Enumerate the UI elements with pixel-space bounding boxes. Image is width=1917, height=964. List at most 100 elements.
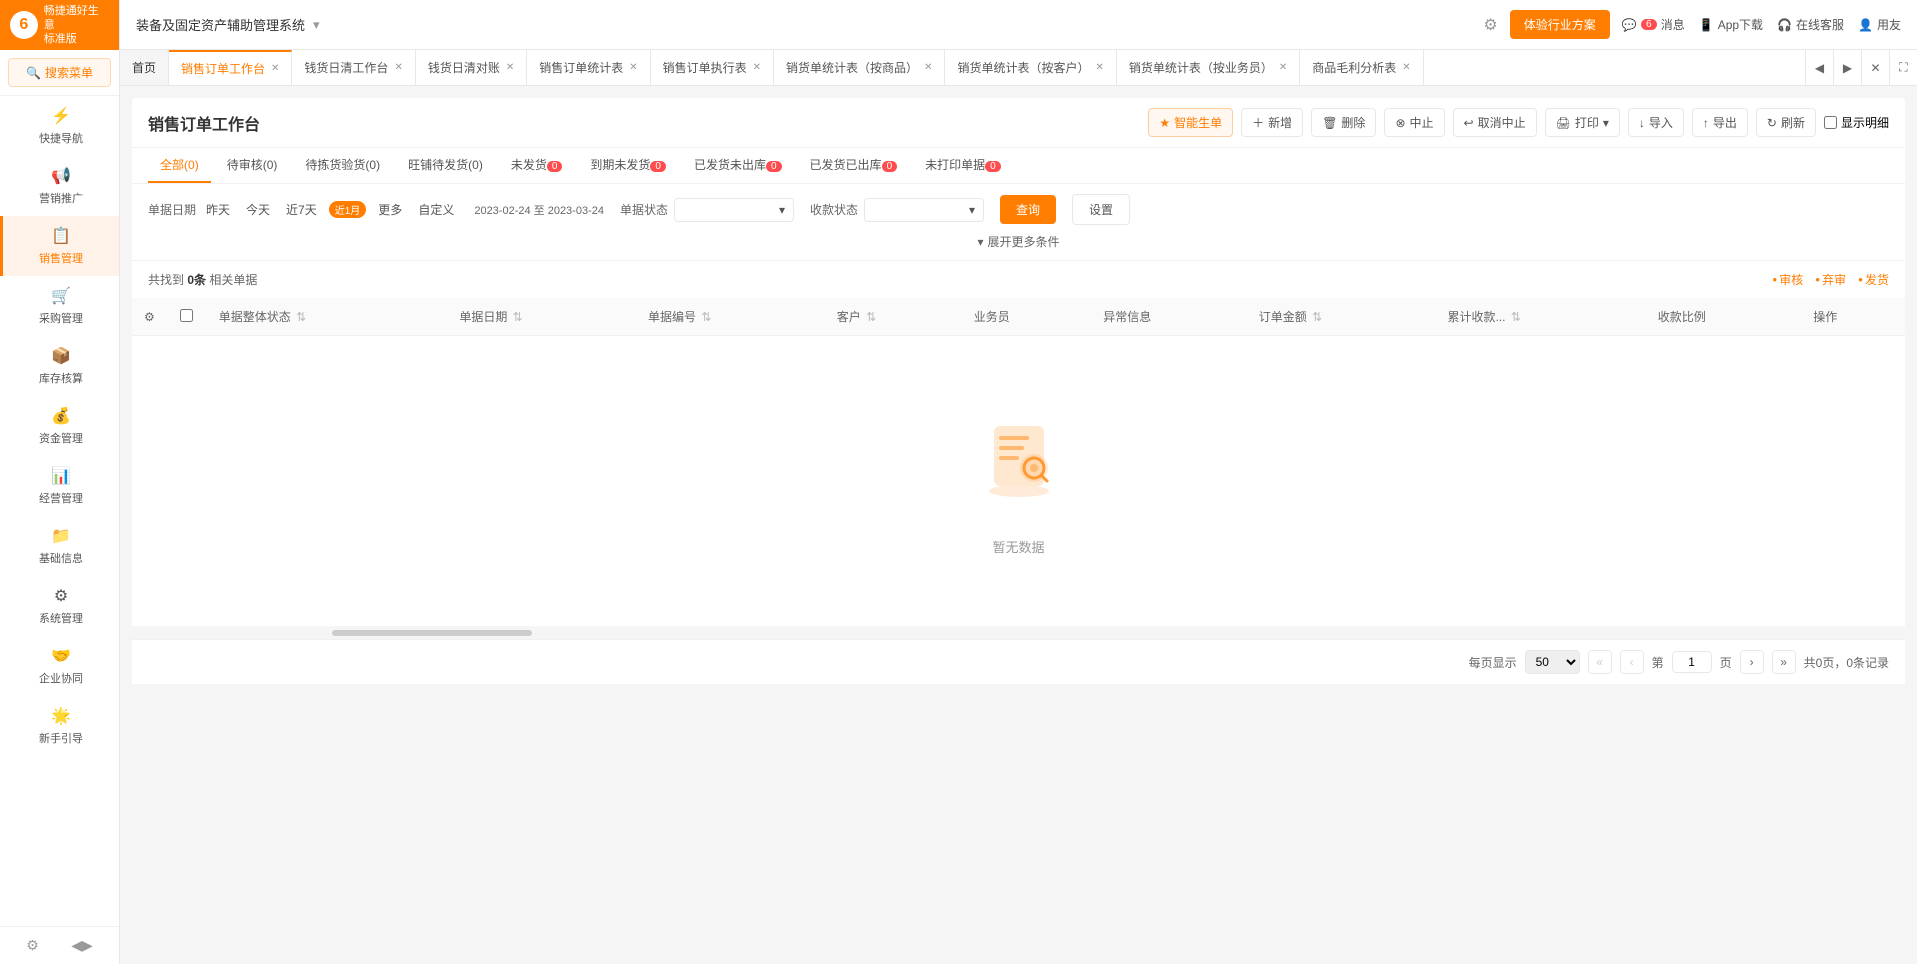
th-date-sort[interactable]: ⇅	[513, 310, 523, 324]
tab-cash-reconcile[interactable]: 钱货日清对账 ✕	[416, 50, 527, 86]
industry-solution-button[interactable]: 体验行业方案	[1510, 10, 1610, 39]
smart-create-button[interactable]: ★ 智能生单	[1148, 108, 1233, 137]
show-detail-checkbox[interactable]	[1824, 116, 1837, 129]
collapse-footer-btn[interactable]: ◀▶	[71, 937, 93, 954]
th-collected-sort[interactable]: ⇅	[1511, 310, 1521, 324]
tab-close-sales-exec[interactable]: ✕	[753, 62, 761, 73]
sub-tab-pending-inspect[interactable]: 待拣货验货(0)	[293, 148, 392, 183]
tab-close-cash-daily[interactable]: ✕	[394, 62, 402, 73]
tab-close-sales-sum-product[interactable]: ✕	[924, 62, 932, 73]
user-btn[interactable]: 👤 用友	[1858, 16, 1901, 33]
filter-payment-select[interactable]: ▾	[864, 198, 984, 222]
sub-tab-not-printed[interactable]: 未打印单据0	[913, 148, 1013, 183]
mobile-icon: 📱	[1699, 18, 1714, 32]
delete-button[interactable]: 🗑 删除	[1311, 108, 1376, 137]
sub-tab-wangpu-ship[interactable]: 旺铺待发货(0)	[396, 148, 495, 183]
tab-home[interactable]: 首页	[120, 50, 169, 86]
topbar: 装备及固定资产辅助管理系统 ▾ ⚙ 体验行业方案 💬 6 消息 📱 App下载 …	[120, 0, 1917, 50]
date-opt-more[interactable]: 更多	[374, 199, 406, 220]
tab-sales-exec[interactable]: 销售订单执行表 ✕	[651, 50, 774, 86]
date-opt-custom[interactable]: 自定义	[414, 199, 458, 220]
settings-footer-btn[interactable]: ⚙	[26, 937, 39, 954]
stop-button[interactable]: ⊗ 中止	[1384, 108, 1444, 137]
page-prev-btn[interactable]: ‹	[1620, 650, 1644, 674]
sidebar-item-inventory[interactable]: 📦 库存核算	[0, 336, 119, 396]
tab-close-all-btn[interactable]: ✕	[1861, 50, 1889, 86]
page-number-input[interactable]	[1672, 651, 1712, 673]
th-status-sort[interactable]: ⇅	[296, 310, 306, 324]
sidebar-item-operations[interactable]: 📊 经营管理	[0, 456, 119, 516]
sub-tab-overdue-not-shipped[interactable]: 到期未发货0	[578, 148, 678, 183]
export-button[interactable]: ↑ 导出	[1692, 108, 1748, 137]
horizontal-scrollbar[interactable]	[132, 627, 1905, 639]
tab-cash-daily[interactable]: 钱货日清工作台 ✕	[292, 50, 415, 86]
sidebar-item-enterprise[interactable]: 🤝 企业协同	[0, 636, 119, 696]
date-opt-7days[interactable]: 近7天	[282, 199, 321, 220]
tab-fullscreen-btn[interactable]: ⛶	[1889, 50, 1917, 86]
sub-tab-shipped-not-out[interactable]: 已发货未出库0	[682, 148, 794, 183]
filter-status-select[interactable]: ▾	[674, 198, 794, 222]
cancel-stop-button[interactable]: ↩ 取消中止	[1453, 108, 1537, 137]
query-button[interactable]: 查询	[1000, 195, 1056, 224]
sidebar-item-marketing[interactable]: 📢 营销推广	[0, 156, 119, 216]
select-all-checkbox[interactable]	[180, 309, 193, 322]
sub-tab-pending-review[interactable]: 待审核(0)	[215, 148, 290, 183]
filter-set-button[interactable]: 设置	[1072, 194, 1130, 225]
tab-close-sales-sum-customer[interactable]: ✕	[1095, 62, 1103, 73]
refresh-button[interactable]: ↻ 刷新	[1756, 108, 1816, 137]
online-service-btn[interactable]: 🎧 在线客服	[1777, 16, 1844, 33]
audit-op-btn[interactable]: 审核	[1772, 271, 1803, 288]
tab-sales-order[interactable]: 销售订单工作台 ✕	[169, 50, 292, 86]
date-opt-month[interactable]: 近1月	[329, 201, 367, 218]
page-next-btn[interactable]: ›	[1740, 650, 1764, 674]
sub-tab-all[interactable]: 全部(0)	[148, 148, 211, 183]
page-last-btn[interactable]: »	[1772, 650, 1796, 674]
sub-tab-shipped-out[interactable]: 已发货已出库0	[798, 148, 910, 183]
import-button[interactable]: ↓ 导入	[1628, 108, 1684, 137]
ship-op-btn[interactable]: 发货	[1858, 271, 1889, 288]
tab-sales-sum-staff[interactable]: 销货单统计表（按业务员） ✕	[1117, 50, 1300, 86]
date-opt-today[interactable]: 今天	[242, 199, 274, 220]
sidebar-item-basic-info[interactable]: 📁 基础信息	[0, 516, 119, 576]
sidebar-item-system[interactable]: ⚙ 系统管理	[0, 576, 119, 636]
tab-close-sales-order[interactable]: ✕	[271, 63, 279, 74]
topbar-dropdown-icon[interactable]: ▾	[313, 17, 320, 33]
per-page-select[interactable]: 50 100 200	[1525, 650, 1580, 674]
th-number-sort[interactable]: ⇅	[701, 310, 711, 324]
tab-product-margin[interactable]: 商品毛利分析表 ✕	[1300, 50, 1423, 86]
th-amount: 订单金额 ⇅	[1247, 298, 1436, 336]
page-first-btn[interactable]: «	[1588, 650, 1612, 674]
tab-close-sales-sum-staff[interactable]: ✕	[1279, 62, 1287, 73]
tab-sales-sum-product[interactable]: 销货单统计表（按商品） ✕	[774, 50, 945, 86]
tab-sales-stats[interactable]: 销售订单统计表 ✕	[527, 50, 650, 86]
sidebar-item-finance[interactable]: 💰 资金管理	[0, 396, 119, 456]
print-button[interactable]: 🖨 打印 ▾	[1545, 108, 1620, 137]
main-area: 装备及固定资产辅助管理系统 ▾ ⚙ 体验行业方案 💬 6 消息 📱 App下载 …	[120, 0, 1917, 964]
add-button[interactable]: ＋ 新增	[1241, 108, 1303, 137]
scrollbar-thumb[interactable]	[332, 630, 532, 636]
sidebar-item-quick-nav[interactable]: ⚡ 快捷导航	[0, 96, 119, 156]
tab-sales-sum-customer[interactable]: 销货单统计表（按客户） ✕	[945, 50, 1116, 86]
tab-close-cash-reconcile[interactable]: ✕	[506, 62, 514, 73]
date-opt-yesterday[interactable]: 昨天	[202, 199, 234, 220]
tab-scroll-right-btn[interactable]: ▶	[1833, 50, 1861, 86]
th-amount-sort[interactable]: ⇅	[1312, 310, 1322, 324]
sidebar-item-sales[interactable]: 📋 销售管理	[0, 216, 119, 276]
search-menu-button[interactable]: 🔍 搜索菜单	[8, 58, 111, 87]
expand-conditions-btn[interactable]: ▾ 展开更多条件	[977, 233, 1059, 250]
tab-close-sales-stats[interactable]: ✕	[629, 62, 637, 73]
app-download-btn[interactable]: 📱 App下载	[1699, 16, 1763, 33]
expand-row: ▾ 展开更多条件	[148, 233, 1889, 250]
tab-close-product-margin[interactable]: ✕	[1402, 62, 1410, 73]
message-btn[interactable]: 💬 6 消息	[1622, 16, 1685, 33]
th-customer-sort[interactable]: ⇅	[866, 310, 876, 324]
export-icon: ↑	[1703, 116, 1709, 130]
sidebar-item-purchase[interactable]: 🛒 采购管理	[0, 276, 119, 336]
settings-icon-btn[interactable]: ⚙	[1483, 15, 1497, 35]
show-detail-checkbox-label[interactable]: 显示明细	[1824, 114, 1889, 131]
sidebar-item-new-guide[interactable]: 🌟 新手引导	[0, 696, 119, 756]
tab-scroll-left-btn[interactable]: ◀	[1805, 50, 1833, 86]
sub-tab-not-shipped[interactable]: 未发货0	[499, 148, 575, 183]
cancel-audit-op-btn[interactable]: 弃审	[1815, 271, 1846, 288]
sidebar-nav: ⚡ 快捷导航 📢 营销推广 📋 销售管理 🛒 采购管理 📦 库存核算 💰 资金管…	[0, 96, 119, 926]
